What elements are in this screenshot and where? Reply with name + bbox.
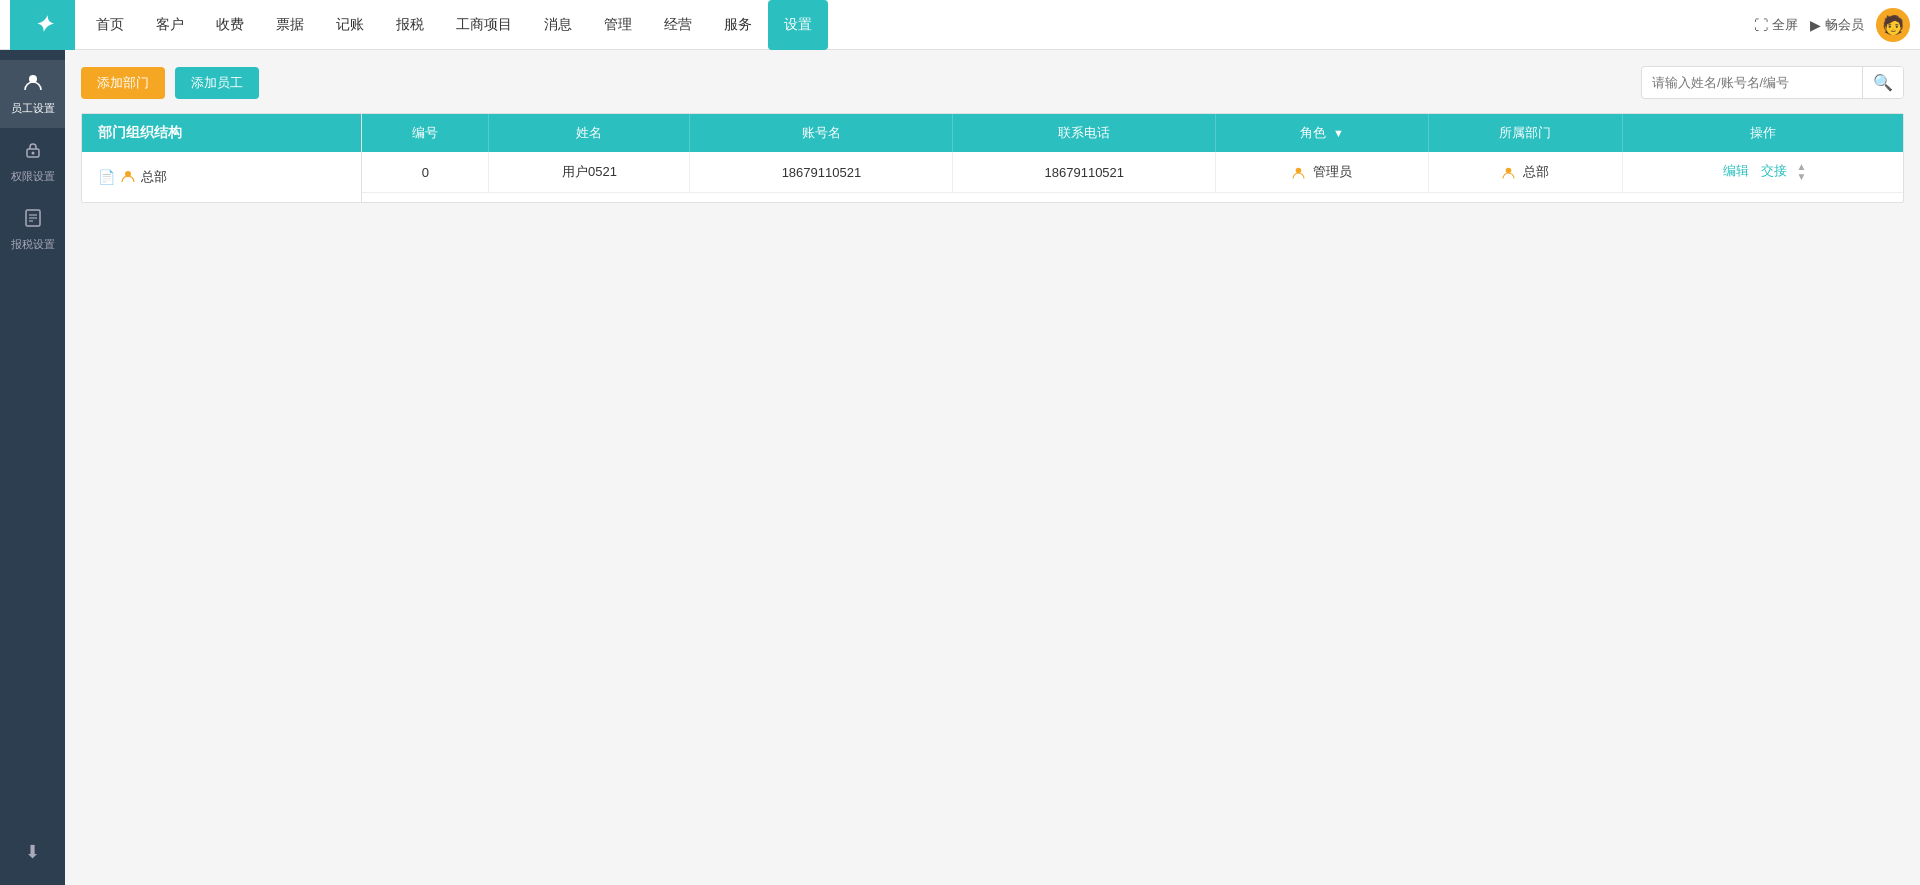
avatar-icon: 🧑: [1882, 14, 1904, 36]
nav-item-service[interactable]: 服务: [708, 0, 768, 50]
sidebar: 员工设置 权限设置 报税设置: [0, 50, 65, 885]
sidebar-download[interactable]: ⬇: [0, 829, 65, 875]
fullscreen-icon: ⛶: [1754, 17, 1768, 33]
logo-icon: ✦: [34, 12, 52, 38]
nav-items: 首页 客户 收费 票据 记账 报税 工商项目 消息 管理 经营 服务 设置: [80, 0, 1754, 49]
nav-item-billing[interactable]: 收费: [200, 0, 260, 50]
search-input[interactable]: [1642, 69, 1862, 96]
cell-name: 用户0521: [489, 152, 690, 193]
nav-item-business[interactable]: 工商项目: [440, 0, 528, 50]
svg-point-2: [31, 152, 34, 155]
nav-item-tax[interactable]: 报税: [380, 0, 440, 50]
col-dept: 所属部门: [1429, 114, 1623, 152]
fullscreen-label: 全屏: [1772, 16, 1798, 34]
search-box: 🔍: [1641, 66, 1904, 99]
table-header-row: 编号 姓名 账号名 联系电话 角色 ▼ 所属部门 操作: [362, 114, 1903, 152]
transfer-link[interactable]: 交接: [1761, 163, 1787, 178]
member-label: 畅会员: [1825, 16, 1864, 34]
dept-user-icon: [121, 169, 135, 186]
dept-file-icon: 📄: [98, 169, 115, 185]
content-area: 添加部门 添加员工 🔍 部门组织结构 📄: [65, 50, 1920, 885]
toolbar: 添加部门 添加员工 🔍: [81, 66, 1904, 99]
nav-item-operation[interactable]: 经营: [648, 0, 708, 50]
cell-code: 0: [362, 152, 489, 193]
member-icon: ▶: [1810, 17, 1821, 33]
col-code: 编号: [362, 114, 489, 152]
col-name: 姓名: [489, 114, 690, 152]
main-layout: 员工设置 权限设置 报税设置: [0, 50, 1920, 885]
sidebar-permission-label: 权限设置: [11, 169, 55, 184]
add-employee-button[interactable]: 添加员工: [175, 67, 259, 99]
cell-account: 18679110521: [690, 152, 953, 193]
search-button[interactable]: 🔍: [1862, 67, 1903, 98]
download-icon: ⬇: [25, 841, 40, 863]
cell-dept: 总部: [1429, 152, 1623, 193]
dept-header: 部门组织结构: [82, 114, 361, 152]
top-nav: ✦ 首页 客户 收费 票据 记账 报税 工商项目 消息 管理 经营 服务 设置 …: [0, 0, 1920, 50]
cell-phone: 18679110521: [953, 152, 1216, 193]
cell-role: 管理员: [1216, 152, 1429, 193]
avatar[interactable]: 🧑: [1876, 8, 1910, 42]
scroll-arrows: ▲ ▼: [1797, 162, 1807, 182]
nav-item-accounting[interactable]: 记账: [320, 0, 380, 50]
sidebar-employee-label: 员工设置: [11, 101, 55, 116]
dept-panel: 部门组织结构 📄 总部: [82, 114, 362, 202]
nav-item-client[interactable]: 客户: [140, 0, 200, 50]
fullscreen-button[interactable]: ⛶ 全屏: [1754, 16, 1798, 34]
sidebar-bottom: ⬇: [0, 829, 65, 885]
dept-tree-label: 总部: [141, 168, 167, 186]
nav-item-invoice[interactable]: 票据: [260, 0, 320, 50]
dept-user-icon-row: [1502, 164, 1519, 179]
sidebar-item-tax-settings[interactable]: 报税设置: [0, 196, 65, 264]
search-icon: 🔍: [1873, 74, 1893, 91]
dept-tree: 📄 总部: [82, 152, 361, 202]
logo: ✦: [10, 0, 75, 50]
nav-item-settings[interactable]: 设置: [768, 0, 828, 50]
dept-tree-item[interactable]: 📄 总部: [94, 162, 349, 192]
add-dept-button[interactable]: 添加部门: [81, 67, 165, 99]
nav-item-message[interactable]: 消息: [528, 0, 588, 50]
panel-layout: 部门组织结构 📄 总部: [81, 113, 1904, 203]
arrow-down-icon[interactable]: ▼: [1797, 172, 1807, 182]
sidebar-item-employee[interactable]: 员工设置: [0, 60, 65, 128]
cell-actions: 编辑 交接 ▲ ▼: [1622, 152, 1903, 193]
edit-link[interactable]: 编辑: [1723, 163, 1749, 178]
nav-item-home[interactable]: 首页: [80, 0, 140, 50]
tax-settings-icon: [23, 208, 43, 233]
role-filter-icon[interactable]: ▼: [1333, 127, 1344, 139]
sidebar-item-permission[interactable]: 权限设置: [0, 128, 65, 196]
table-panel: 编号 姓名 账号名 联系电话 角色 ▼ 所属部门 操作: [362, 114, 1903, 202]
employee-table: 编号 姓名 账号名 联系电话 角色 ▼ 所属部门 操作: [362, 114, 1903, 193]
sidebar-tax-settings-label: 报税设置: [11, 237, 55, 252]
col-account: 账号名: [690, 114, 953, 152]
member-button[interactable]: ▶ 畅会员: [1810, 16, 1864, 34]
nav-item-manage[interactable]: 管理: [588, 0, 648, 50]
permission-icon: [23, 140, 43, 165]
col-action: 操作: [1622, 114, 1903, 152]
employee-icon: [23, 72, 43, 97]
role-user-icon: [1292, 164, 1309, 179]
nav-right: ⛶ 全屏 ▶ 畅会员 🧑: [1754, 8, 1910, 42]
col-phone: 联系电话: [953, 114, 1216, 152]
table-row: 0 用户0521 18679110521 18679110521: [362, 152, 1903, 193]
col-role: 角色 ▼: [1216, 114, 1429, 152]
